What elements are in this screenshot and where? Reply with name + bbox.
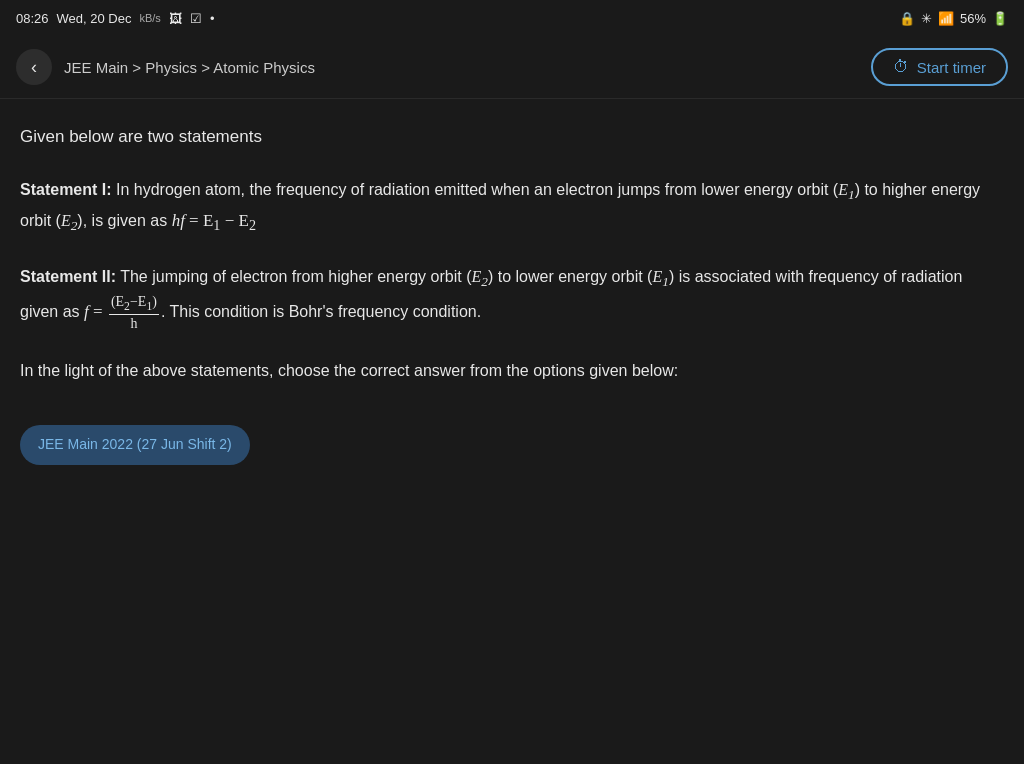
date-display: Wed, 20 Dec bbox=[57, 11, 132, 26]
data-speed-icon: kB/s bbox=[139, 12, 160, 24]
main-content: Given below are two statements Statement… bbox=[0, 99, 1024, 489]
time-display: 08:26 bbox=[16, 11, 49, 26]
nav-bar: ‹ JEE Main > Physics > Atomic Physics ⏱ … bbox=[0, 36, 1024, 99]
image-icon: 🖼 bbox=[169, 11, 182, 26]
status-left: 08:26 Wed, 20 Dec kB/s 🖼 ☑ • bbox=[16, 11, 214, 26]
back-button[interactable]: ‹ bbox=[16, 49, 52, 85]
battery-display: 56% bbox=[960, 11, 986, 26]
lock-icon: 🔒 bbox=[899, 11, 915, 26]
statement-2-label: Statement II: bbox=[20, 268, 116, 285]
statement-2: Statement II: The jumping of electron fr… bbox=[20, 263, 1004, 334]
nav-left: ‹ JEE Main > Physics > Atomic Physics bbox=[16, 49, 315, 85]
dot-icon: • bbox=[210, 11, 215, 26]
intro-text: Given below are two statements bbox=[20, 123, 1004, 152]
tag-badge[interactable]: JEE Main 2022 (27 Jun Shift 2) bbox=[20, 425, 250, 465]
status-right: 🔒 ✳ 📶 56% 🔋 bbox=[899, 11, 1008, 26]
wifi-icon: 📶 bbox=[938, 11, 954, 26]
statement-2-text: The jumping of electron from higher ener… bbox=[20, 268, 962, 320]
back-icon: ‹ bbox=[31, 57, 37, 78]
bluetooth-icon: ✳ bbox=[921, 11, 932, 26]
battery-icon: 🔋 bbox=[992, 11, 1008, 26]
breadcrumb: JEE Main > Physics > Atomic Physics bbox=[64, 59, 315, 76]
conclusion-text: In the light of the above statements, ch… bbox=[20, 357, 1004, 385]
checkbox-icon: ☑ bbox=[190, 11, 202, 26]
statement-1-text: In hydrogen atom, the frequency of radia… bbox=[20, 181, 980, 230]
timer-label: Start timer bbox=[917, 59, 986, 76]
start-timer-button[interactable]: ⏱ Start timer bbox=[871, 48, 1008, 86]
timer-icon: ⏱ bbox=[893, 58, 909, 76]
statement-1-label: Statement I: bbox=[20, 181, 112, 198]
status-bar: 08:26 Wed, 20 Dec kB/s 🖼 ☑ • 🔒 ✳ 📶 56% 🔋 bbox=[0, 0, 1024, 36]
statement-1: Statement I: In hydrogen atom, the frequ… bbox=[20, 176, 1004, 239]
